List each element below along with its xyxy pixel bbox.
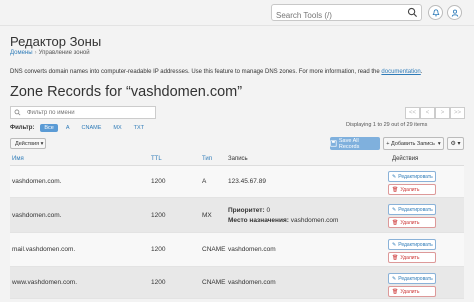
last-page-button[interactable]: >> xyxy=(450,107,465,119)
column-header-name[interactable]: Имя xyxy=(12,156,24,162)
record-name: mail.vashdomen.com. xyxy=(12,246,76,253)
user-icon xyxy=(451,9,458,17)
destination-value: vashdomen.com xyxy=(290,217,339,224)
record-ttl: 1200 xyxy=(151,178,166,185)
filter-all-button[interactable]: Все xyxy=(40,124,58,132)
column-header-actions: Действия xyxy=(392,156,419,162)
pencil-icon: ✎ xyxy=(392,275,397,282)
top-bar xyxy=(0,0,474,26)
record-name: vashdomen.com. xyxy=(12,178,62,185)
description-text: DNS converts domain names into computer-… xyxy=(10,69,382,75)
table-row: mail.vashdomen.com. 1200 CNAME vashdomen… xyxy=(10,233,464,267)
documentation-link[interactable]: documentation xyxy=(381,69,420,75)
record-value: vashdomen.com xyxy=(228,279,276,286)
delete-label: Удалить xyxy=(400,219,420,226)
save-all-label: Save All Records xyxy=(338,137,360,150)
column-header-type[interactable]: Тип xyxy=(202,156,212,162)
save-all-records-button[interactable]: Save All Records xyxy=(330,137,380,150)
edit-label: Редактировать xyxy=(398,275,433,282)
record-priority: Приоритет: 0 xyxy=(228,207,270,214)
delete-record-button[interactable]: 🗑 Удалить xyxy=(388,217,436,228)
notifications-button[interactable] xyxy=(428,5,443,20)
prev-page-button[interactable]: < xyxy=(420,107,435,119)
description-suffix: . xyxy=(420,69,423,75)
priority-label: Приоритет: xyxy=(228,207,265,214)
add-record-button[interactable]: + Добавить Запись ▾ xyxy=(383,137,444,150)
user-menu-button[interactable] xyxy=(447,5,462,20)
filter-cname-button[interactable]: CNAME xyxy=(78,124,106,132)
edit-record-button[interactable]: ✎ Редактировать xyxy=(388,239,436,250)
breadcrumb-current: Управление зоной xyxy=(38,50,90,56)
trash-icon: 🗑 xyxy=(392,254,399,261)
filter-label: Фильтр: xyxy=(10,125,35,131)
zone-records-title: Zone Records for “vashdomen.com” xyxy=(10,84,243,100)
record-value: vashdomen.com xyxy=(228,246,276,253)
delete-label: Удалить xyxy=(400,254,420,261)
column-header-ttl[interactable]: TTL xyxy=(151,156,162,162)
trash-icon: 🗑 xyxy=(392,186,399,193)
edit-record-button[interactable]: ✎ Редактировать xyxy=(388,204,436,215)
search-icon[interactable] xyxy=(407,7,418,18)
filter-txt-button[interactable]: TXT xyxy=(130,124,148,132)
delete-label: Удалить xyxy=(400,186,420,193)
edit-label: Редактировать xyxy=(398,241,433,248)
zone-records-table: Имя TTL Тип Запись Действия vashdomen.co… xyxy=(10,153,464,299)
bell-icon xyxy=(432,8,439,17)
filter-mx-button[interactable]: MX xyxy=(109,124,125,132)
displaying-count: Displaying 1 to 29 out of 29 items xyxy=(346,122,428,128)
record-name: www.vashdomen.com. xyxy=(12,279,78,286)
search-box[interactable] xyxy=(271,4,422,23)
trash-icon: 🗑 xyxy=(392,288,399,295)
pencil-icon: ✎ xyxy=(392,173,397,180)
record-type: CNAME xyxy=(202,279,226,286)
breadcrumb-separator: › xyxy=(34,50,37,56)
type-filter-row: Фильтр: Все A CNAME MX TXT xyxy=(10,124,148,132)
delete-record-button[interactable]: 🗑 Удалить xyxy=(388,286,436,297)
record-type: A xyxy=(202,178,207,185)
next-page-button[interactable]: > xyxy=(435,107,450,119)
table-row: www.vashdomen.com. 1200 CNAME vashdomen.… xyxy=(10,267,464,299)
page-title: Редактор Зоны xyxy=(10,34,102,49)
chevron-down-icon: ▾ xyxy=(437,140,441,147)
pencil-icon: ✎ xyxy=(392,206,397,213)
table-header: Имя TTL Тип Запись Действия xyxy=(10,153,464,166)
edit-label: Редактировать xyxy=(398,206,433,213)
table-row: vashdomen.com. 1200 MX Приоритет: 0 Мест… xyxy=(10,198,464,233)
record-destination: Место назначения: vashdomen.com xyxy=(228,217,338,224)
save-icon xyxy=(330,140,337,147)
filter-a-button[interactable]: A xyxy=(62,124,74,132)
edit-record-button[interactable]: ✎ Редактировать xyxy=(388,171,436,182)
priority-value: 0 xyxy=(266,207,271,214)
trash-icon: 🗑 xyxy=(392,219,399,226)
delete-label: Удалить xyxy=(400,288,420,295)
delete-record-button[interactable]: 🗑 Удалить xyxy=(388,252,436,263)
settings-dropdown[interactable]: ⚙ ▾ xyxy=(447,137,464,150)
edit-record-button[interactable]: ✎ Редактировать xyxy=(388,273,436,284)
destination-label: Место назначения: xyxy=(228,217,289,224)
record-ttl: 1200 xyxy=(151,279,166,286)
gear-icon: ⚙ ▾ xyxy=(450,141,461,147)
record-name: vashdomen.com. xyxy=(12,212,62,219)
search-tools-input[interactable] xyxy=(272,8,402,23)
filter-by-name-input[interactable] xyxy=(10,106,156,119)
add-record-label: + Добавить Запись xyxy=(386,140,435,147)
record-ttl: 1200 xyxy=(151,246,166,253)
breadcrumb-link-domains[interactable]: Домены xyxy=(10,50,33,56)
record-type: MX xyxy=(202,212,212,219)
edit-label: Редактировать xyxy=(398,173,433,180)
page-description: DNS converts domain names into computer-… xyxy=(10,69,422,75)
breadcrumb: Домены › Управление зоной xyxy=(10,50,90,56)
pencil-icon: ✎ xyxy=(392,241,397,248)
delete-record-button[interactable]: 🗑 Удалить xyxy=(388,184,436,195)
first-page-button[interactable]: << xyxy=(405,107,420,119)
bulk-actions-dropdown[interactable]: Действия ▾ xyxy=(10,138,46,149)
table-row: vashdomen.com. 1200 A 123.45.67.89 ✎ Реда… xyxy=(10,166,464,198)
record-type: CNAME xyxy=(202,246,226,253)
record-value: 123.45.67.89 xyxy=(228,178,266,185)
search-icon xyxy=(14,109,21,116)
record-ttl: 1200 xyxy=(151,212,166,219)
column-header-record: Запись xyxy=(228,156,248,162)
